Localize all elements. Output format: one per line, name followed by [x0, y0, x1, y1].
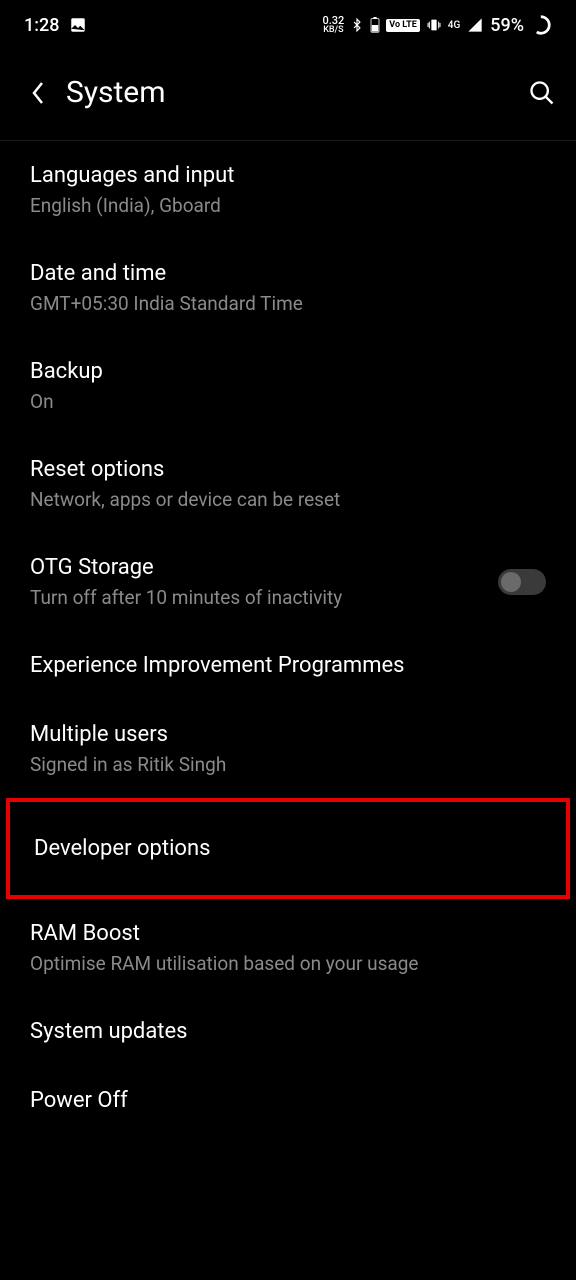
back-button[interactable]: [30, 80, 46, 106]
setting-ram-boost[interactable]: RAM Boost Optimise RAM utilisation based…: [0, 899, 576, 997]
setting-title: Languages and input: [30, 163, 546, 188]
setting-subtitle: Network, apps or device can be reset: [30, 488, 546, 511]
setting-title: Experience Improvement Programmes: [30, 653, 546, 678]
setting-subtitle: English (India), Gboard: [30, 194, 546, 217]
setting-power-off[interactable]: Power Off: [0, 1066, 576, 1135]
search-button[interactable]: [528, 79, 556, 107]
signal-icon: [466, 17, 484, 33]
page-title: System: [66, 75, 528, 110]
setting-title: Developer options: [34, 836, 542, 861]
status-bar: 1:28 0.32 KB/S Vo LTE 4G 59%: [0, 0, 576, 50]
setting-subtitle: Signed in as Ritik Singh: [30, 753, 546, 776]
network-type-label: 4G: [448, 20, 461, 31]
setting-title: RAM Boost: [30, 921, 546, 946]
battery-circle-icon: [530, 14, 552, 36]
setting-title: Backup: [30, 359, 546, 384]
volte-badge: Vo LTE: [386, 19, 420, 32]
setting-title: Date and time: [30, 261, 546, 286]
setting-subtitle: GMT+05:30 India Standard Time: [30, 292, 546, 315]
setting-subtitle: Turn off after 10 minutes of inactivity: [30, 586, 478, 609]
bluetooth-icon: [350, 16, 364, 34]
setting-backup[interactable]: Backup On: [0, 337, 576, 435]
battery-percent: 59%: [490, 15, 524, 36]
setting-title: System updates: [30, 1019, 546, 1044]
setting-subtitle: On: [30, 390, 546, 413]
setting-title: OTG Storage: [30, 555, 478, 580]
setting-title: Reset options: [30, 457, 546, 482]
setting-experience-improvement[interactable]: Experience Improvement Programmes: [0, 631, 576, 700]
setting-title: Multiple users: [30, 722, 546, 747]
data-speed-indicator: 0.32 KB/S: [322, 16, 344, 34]
settings-list: Languages and input English (India), Gbo…: [0, 141, 576, 1135]
setting-reset-options[interactable]: Reset options Network, apps or device ca…: [0, 435, 576, 533]
header: System: [0, 50, 576, 141]
setting-developer-options[interactable]: Developer options: [6, 798, 570, 899]
setting-system-updates[interactable]: System updates: [0, 997, 576, 1066]
setting-languages-input[interactable]: Languages and input English (India), Gbo…: [0, 141, 576, 239]
setting-title: Power Off: [30, 1088, 546, 1113]
vibrate-icon: [426, 17, 442, 33]
setting-multiple-users[interactable]: Multiple users Signed in as Ritik Singh: [0, 700, 576, 798]
otg-toggle[interactable]: [498, 569, 546, 595]
setting-otg-storage[interactable]: OTG Storage Turn off after 10 minutes of…: [0, 533, 576, 631]
setting-date-time[interactable]: Date and time GMT+05:30 India Standard T…: [0, 239, 576, 337]
setting-subtitle: Optimise RAM utilisation based on your u…: [30, 952, 546, 975]
battery-small-icon: [370, 17, 380, 33]
status-time: 1:28: [24, 15, 59, 36]
photo-icon: [69, 16, 87, 34]
